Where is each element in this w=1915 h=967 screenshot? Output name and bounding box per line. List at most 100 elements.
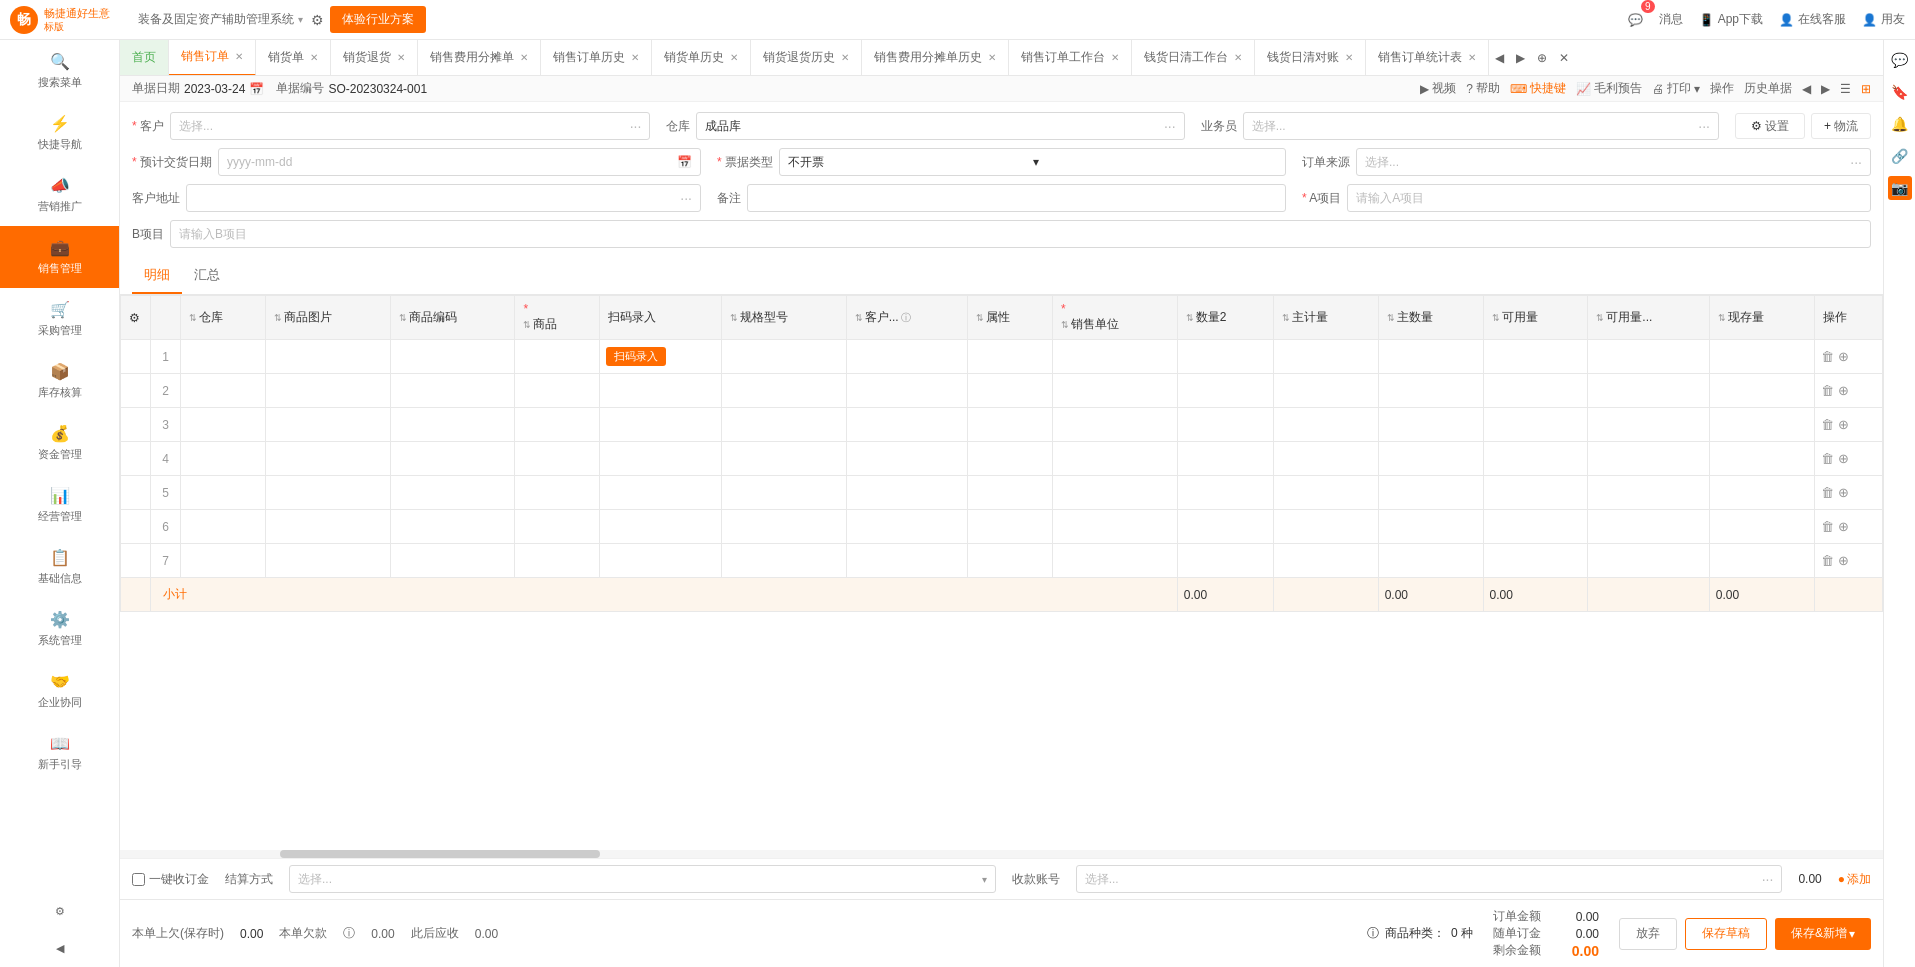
row-2-image[interactable] [265,374,390,408]
horizontal-scrollbar[interactable] [120,850,1883,858]
settings-icon[interactable]: ⚙ [311,12,324,28]
row-2-scan[interactable] [600,374,721,408]
row-1-main-unit[interactable] [1273,340,1378,374]
warehouse-field[interactable]: ··· [696,112,1184,140]
sidebar-item-collab[interactable]: 🤝 企业协同 [0,660,119,722]
tab-nav-prev[interactable]: ◀ [1489,40,1510,76]
order-source-ellipsis[interactable]: ··· [1850,154,1862,170]
sidebar-item-guide[interactable]: 📖 新手引导 [0,722,119,784]
right-panel-chat[interactable]: 💬 [1888,48,1912,72]
sidebar-item-quicknav[interactable]: ⚡ 快捷导航 [0,102,119,164]
tab-sales-goods[interactable]: 销货单 ✕ [256,40,331,76]
row-1-available[interactable] [1483,340,1588,374]
row-2-stock[interactable] [1709,374,1814,408]
tab-sales-return[interactable]: 销货退货 ✕ [331,40,418,76]
tab-nav-more[interactable]: ⊕ [1531,40,1553,76]
tab-sales-order[interactable]: 销售订单 ✕ [169,40,256,76]
row-5-copy[interactable]: ⊕ [1838,485,1849,500]
row-2-spec[interactable] [721,374,846,408]
col-product[interactable]: ⇅商品 [515,296,600,340]
row-3-delete[interactable]: 🗑 [1821,417,1834,432]
col-unit[interactable]: ⇅销售单位 [1053,296,1178,340]
row-4-delete[interactable]: 🗑 [1821,451,1834,466]
col-attr[interactable]: ⇅属性 [968,296,1053,340]
row-1-main-qty[interactable] [1378,340,1483,374]
save-new-button[interactable]: 保存&新增 ▾ [1775,918,1871,950]
row-1-attr[interactable] [968,340,1053,374]
toolbar-operations[interactable]: 操作 [1710,80,1734,97]
row-1-stock[interactable] [1709,340,1814,374]
col-image[interactable]: ⇅商品图片 [265,296,390,340]
tab-order-history[interactable]: 销售订单历史 ✕ [541,40,652,76]
calendar2-icon[interactable]: 📅 [677,155,692,169]
customer-address-input[interactable] [195,191,680,205]
invoice-type-select[interactable]: 不开票 ▾ [779,148,1286,176]
remarks-input[interactable] [756,191,1277,205]
row-1-copy[interactable]: ⊕ [1838,349,1849,364]
customer-input[interactable] [179,119,630,133]
tab-summary[interactable]: 汇总 [182,258,232,294]
row-2-attr[interactable] [968,374,1053,408]
one-click-check[interactable] [132,873,145,886]
account-input[interactable] [1085,872,1762,886]
tab-close-sales-order[interactable]: ✕ [235,51,243,62]
row-1-customer-code[interactable] [846,340,968,374]
row-2-main-qty[interactable] [1378,374,1483,408]
row-2-available2[interactable] [1588,374,1710,408]
row-2-code[interactable] [390,374,515,408]
col-spec[interactable]: ⇅规格型号 [721,296,846,340]
right-panel-camera[interactable]: 📷 [1888,176,1912,200]
messages-item[interactable]: 💬 9 消息 [1628,11,1683,28]
tab-nav-next[interactable]: ▶ [1510,40,1531,76]
row-2-product[interactable] [515,374,600,408]
toolbar-video[interactable]: ▶ 视频 [1420,80,1456,97]
toolbar-profit[interactable]: 📈 毛利预告 [1576,80,1642,97]
delivery-date-input[interactable] [227,155,677,169]
row-1-image[interactable] [265,340,390,374]
a-project-field[interactable] [1347,184,1871,212]
toolbar-help[interactable]: ? 帮助 [1466,80,1500,97]
row-1-qty2[interactable] [1177,340,1273,374]
row-2-available[interactable] [1483,374,1588,408]
col-settings[interactable]: ⚙ [121,296,151,340]
col-warehouse[interactable]: ⇅仓库 [181,296,266,340]
salesperson-ellipsis[interactable]: ··· [1698,118,1710,134]
row-2-qty2[interactable] [1177,374,1273,408]
toolbar-prev-doc[interactable]: ◀ [1802,82,1811,96]
customer-address-field[interactable]: ··· [186,184,701,212]
row-2-unit[interactable] [1053,374,1178,408]
tab-order-workbench[interactable]: 销售订单工作台 ✕ [1009,40,1132,76]
address-ellipsis[interactable]: ··· [680,190,692,206]
row-4-copy[interactable]: ⊕ [1838,451,1849,466]
tab-daily-reconcile[interactable]: 钱货日清对账 ✕ [1255,40,1366,76]
row-1-scan[interactable]: 扫码录入 [600,340,721,374]
settlement-arrow[interactable]: ▾ [982,874,987,885]
b-project-field[interactable] [170,220,1871,248]
toolbar-print[interactable]: 🖨 打印 ▾ [1652,80,1700,97]
scan-btn-1[interactable]: 扫码录入 [606,347,666,366]
sidebar-item-basic[interactable]: 📋 基础信息 [0,536,119,598]
chevron-down-icon[interactable]: ▾ [298,14,303,25]
sidebar-item-sales[interactable]: 💼 销售管理 [0,226,119,288]
right-panel-link[interactable]: 🔗 [1888,144,1912,168]
table-container[interactable]: ⚙ ⇅仓库 ⇅商品图片 ⇅商品编码 [120,295,1883,850]
scrollbar-thumb[interactable] [280,850,600,858]
row-2-delete[interactable]: 🗑 [1821,383,1834,398]
col-code[interactable]: ⇅商品编码 [390,296,515,340]
remarks-field[interactable] [747,184,1286,212]
tab-close-return-history[interactable]: ✕ [841,52,849,63]
col-customer-code[interactable]: ⇅客户... ⓘ [846,296,968,340]
discard-button[interactable]: 放弃 [1619,918,1677,950]
row-7-copy[interactable]: ⊕ [1838,553,1849,568]
col-stock[interactable]: ⇅现存量 [1709,296,1814,340]
save-draft-button[interactable]: 保存草稿 [1685,918,1767,950]
sidebar-item-gear[interactable]: ⚙ [0,893,119,930]
col-scan[interactable]: 扫码录入 [600,296,721,340]
row-7-delete[interactable]: 🗑 [1821,553,1834,568]
user-item[interactable]: 👤 用友 [1862,11,1905,28]
order-source-field[interactable]: ··· [1356,148,1871,176]
account-field[interactable]: ··· [1076,865,1783,893]
sidebar-item-finance[interactable]: 💰 资金管理 [0,412,119,474]
add-payment-btn[interactable]: ● 添加 [1838,871,1871,888]
row-2-warehouse[interactable] [181,374,266,408]
